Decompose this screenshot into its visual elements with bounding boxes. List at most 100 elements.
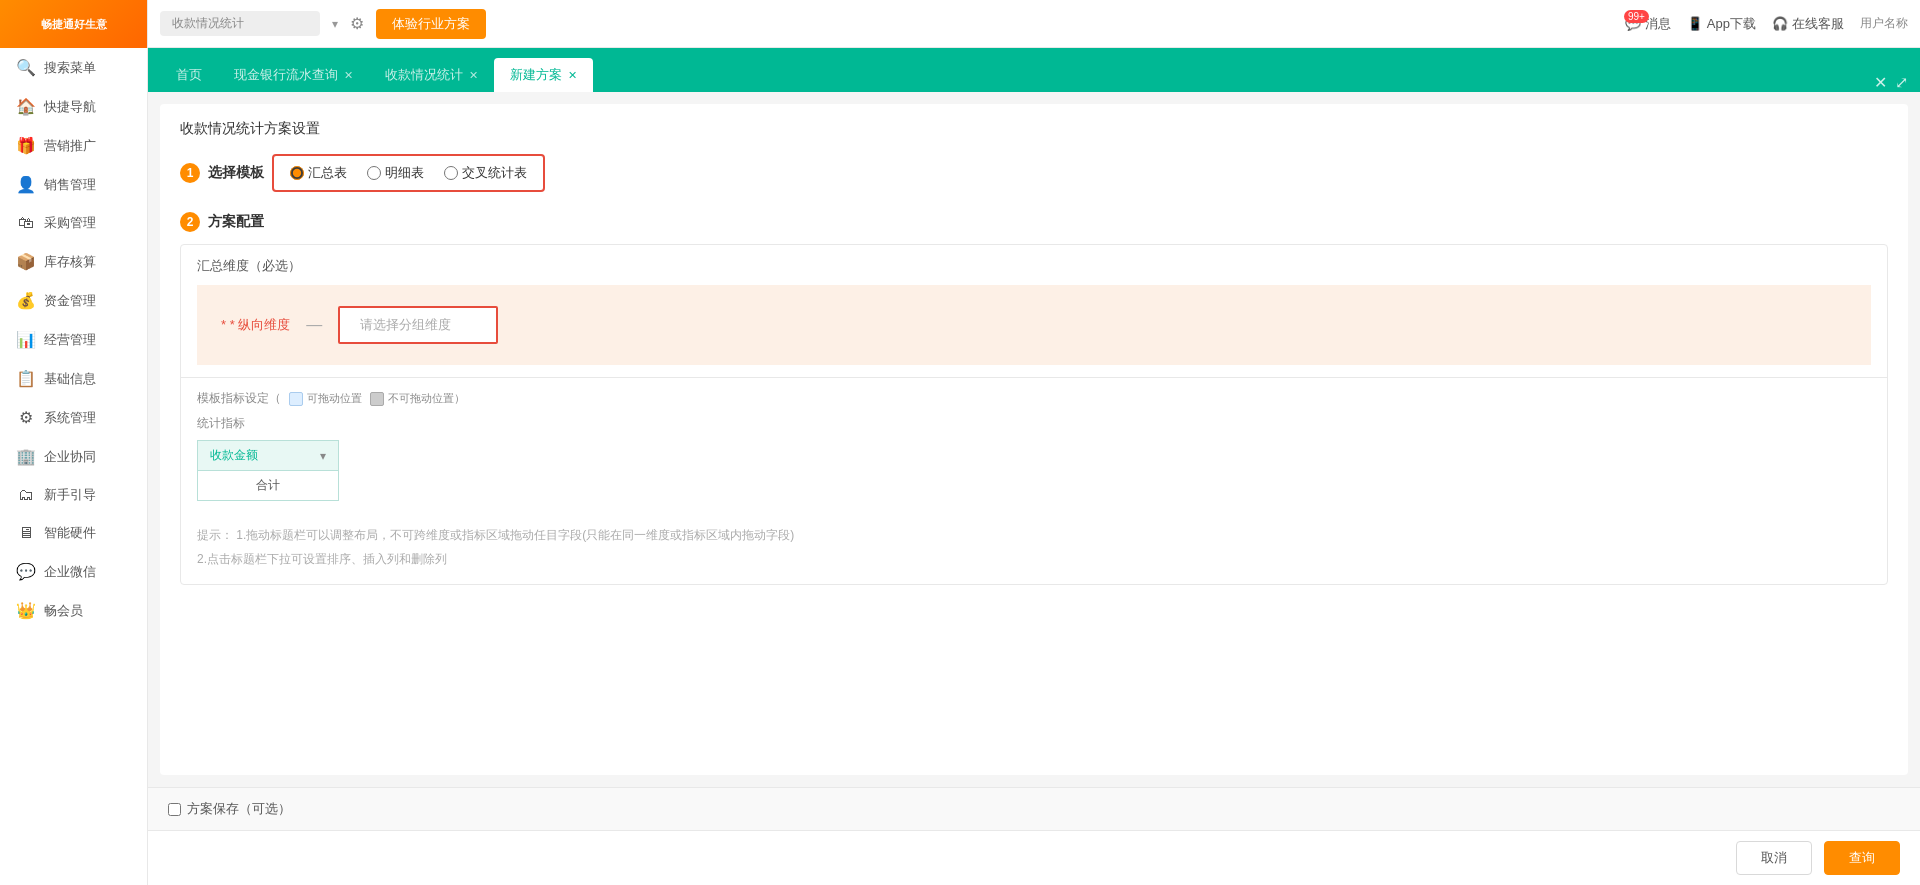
section2-number: 2 (180, 212, 200, 232)
required-star: * (221, 317, 230, 332)
tab-close-window-icon[interactable]: ✕ (1874, 73, 1887, 92)
main-area: 收款情况统计 ▾ ⚙ 体验行业方案 💬 99+ 消息 📱 App下载 🎧 在线客… (148, 0, 1920, 885)
sidebar-item-inventory[interactable]: 📦 库存核算 (0, 242, 147, 281)
sidebar-item-label: 新手引导 (44, 486, 96, 504)
gear-icon: ⚙ (16, 408, 36, 427)
sidebar-item-label: 畅会员 (44, 602, 83, 620)
sidebar-item-enterprise[interactable]: 🏢 企业协同 (0, 437, 147, 476)
sidebar-item-basic[interactable]: 📋 基础信息 (0, 359, 147, 398)
sidebar-item-hardware[interactable]: 🖥 智能硬件 (0, 514, 147, 552)
app-download-button[interactable]: 📱 App下载 (1687, 15, 1756, 33)
radio-cross-input[interactable] (444, 166, 458, 180)
sidebar-item-label: 库存核算 (44, 253, 96, 271)
section1-title: 选择模板 (208, 164, 264, 182)
tab-bank-flow[interactable]: 现金银行流水查询 ✕ (218, 58, 369, 92)
tab-home[interactable]: 首页 (160, 58, 218, 92)
username: 用户名称 (1860, 15, 1908, 32)
message-button[interactable]: 💬 99+ 消息 (1625, 15, 1671, 33)
sidebar-item-member[interactable]: 👑 畅会员 (0, 591, 147, 630)
app-icon: 📱 (1687, 16, 1703, 31)
tab-maximize-icon[interactable]: ⤢ (1895, 73, 1908, 92)
sidebar-item-purchase[interactable]: 🛍 采购管理 (0, 204, 147, 242)
template-selector: 汇总表 明细表 交叉统计表 (272, 154, 545, 192)
tab-new-plan[interactable]: 新建方案 ✕ (494, 58, 593, 92)
sidebar-item-operation[interactable]: 📊 经营管理 (0, 320, 147, 359)
money-icon: 💰 (16, 291, 36, 310)
sidebar-item-label: 营销推广 (44, 137, 96, 155)
save-checkbox[interactable] (168, 803, 181, 816)
breadcrumb: 收款情况统计 (160, 11, 320, 36)
section2-header-row: 2 方案配置 (180, 212, 1888, 232)
content-area: 收款情况统计方案设置 1 选择模板 汇总表 明细表 (148, 92, 1920, 885)
sidebar-item-label: 经营管理 (44, 331, 96, 349)
tip2: 2.点击标题栏下拉可设置排序、插入列和删除列 (197, 549, 1871, 571)
dimension-placeholder[interactable]: 请选择分组维度 (338, 306, 498, 344)
cancel-button[interactable]: 取消 (1736, 841, 1812, 875)
box-icon: 📦 (16, 252, 36, 271)
trial-button[interactable]: 体验行业方案 (376, 9, 486, 39)
radio-detail-input[interactable] (367, 166, 381, 180)
metrics-dropdown-icon[interactable]: ▾ (320, 449, 326, 463)
tab-bank-flow-close-icon[interactable]: ✕ (344, 69, 353, 82)
sidebar-item-sales[interactable]: 👤 销售管理 (0, 165, 147, 204)
tips-section: 提示： 1.拖动标题栏可以调整布局，不可跨维度或指标区域拖动任目字段(只能在同一… (181, 513, 1887, 584)
app-download-label: App下载 (1707, 15, 1756, 33)
tip1: 提示： 1.拖动标题栏可以调整布局，不可跨维度或指标区域拖动任目字段(只能在同一… (197, 525, 1871, 547)
sidebar-item-label: 企业协同 (44, 448, 96, 466)
header-right: 💬 99+ 消息 📱 App下载 🎧 在线客服 用户名称 (1625, 15, 1908, 33)
bag-icon: 🛍 (16, 214, 36, 232)
page-title: 收款情况统计方案设置 (180, 120, 1888, 138)
sidebar-item-quick-nav[interactable]: 🏠 快捷导航 (0, 87, 147, 126)
sidebar-item-label: 系统管理 (44, 409, 96, 427)
sidebar-item-system[interactable]: ⚙ 系统管理 (0, 398, 147, 437)
metrics-title-text: 模板指标设定（ (197, 390, 281, 407)
radio-cross[interactable]: 交叉统计表 (444, 164, 527, 182)
dimension-row-label: * * 纵向维度 (221, 316, 290, 334)
dimension-arrow-icon: — (306, 316, 322, 334)
metrics-label: 模板指标设定（ 可拖动位置 不可拖动位置） (197, 390, 1871, 407)
sidebar-item-label: 搜索菜单 (44, 59, 96, 77)
save-option: 方案保存（可选） (148, 787, 1920, 830)
query-button[interactable]: 查询 (1824, 841, 1900, 875)
config-section: 汇总维度（必选） * * 纵向维度 — 请选择分组维度 (180, 244, 1888, 585)
tab-payment-stats[interactable]: 收款情况统计 ✕ (369, 58, 494, 92)
radio-summary[interactable]: 汇总表 (290, 164, 347, 182)
bottom-bar: 取消 查询 (148, 830, 1920, 885)
building-icon: 🏢 (16, 447, 36, 466)
dimension-subsection-title: 汇总维度（必选） (197, 257, 1871, 275)
message-badge: 99+ (1624, 10, 1649, 23)
radio-cross-label: 交叉统计表 (462, 164, 527, 182)
tab-payment-stats-close-icon[interactable]: ✕ (469, 69, 478, 82)
sidebar-item-finance[interactable]: 💰 资金管理 (0, 281, 147, 320)
radio-detail-label: 明细表 (385, 164, 424, 182)
sidebar-logo: 畅捷通好生意 (0, 0, 147, 48)
metrics-category-label: 统计指标 (197, 415, 339, 432)
sidebar-item-search-menu[interactable]: 🔍 搜索菜单 (0, 48, 147, 87)
sidebar-item-wechat[interactable]: 💬 企业微信 (0, 552, 147, 591)
sidebar-item-guide[interactable]: 🗂 新手引导 (0, 476, 147, 514)
dropdown-arrow-icon[interactable]: ▾ (332, 17, 338, 31)
section-template: 1 选择模板 汇总表 明细表 交叉统计表 (180, 154, 1888, 192)
radio-detail[interactable]: 明细表 (367, 164, 424, 182)
radio-summary-input[interactable] (290, 166, 304, 180)
metrics-subsection: 模板指标设定（ 可拖动位置 不可拖动位置） (181, 378, 1887, 513)
non-draggable-label: 不可拖动位置） (388, 391, 465, 406)
sidebar-item-marketing[interactable]: 🎁 营销推广 (0, 126, 147, 165)
crown-icon: 👑 (16, 601, 36, 620)
metrics-table-body: 合计 (198, 471, 338, 500)
dimension-area: * * 纵向维度 — 请选择分组维度 (197, 285, 1871, 365)
sidebar-item-label: 智能硬件 (44, 524, 96, 542)
guide-icon: 🗂 (16, 486, 36, 504)
sidebar-item-label: 企业微信 (44, 563, 96, 581)
user-icon: 👤 (16, 175, 36, 194)
tab-bar: 首页 现金银行流水查询 ✕ 收款情况统计 ✕ 新建方案 ✕ ✕ ⤢ (148, 48, 1920, 92)
section1-number: 1 (180, 163, 200, 183)
online-service-button[interactable]: 🎧 在线客服 (1772, 15, 1844, 33)
settings-icon[interactable]: ⚙ (350, 14, 364, 33)
online-service-label: 在线客服 (1792, 15, 1844, 33)
message-badge-wrap: 💬 99+ (1625, 16, 1641, 31)
metrics-table-header[interactable]: 收款金额 ▾ (198, 441, 338, 471)
sidebar-item-label: 快捷导航 (44, 98, 96, 116)
search-menu-icon: 🔍 (16, 58, 36, 77)
tab-new-plan-close-icon[interactable]: ✕ (568, 69, 577, 82)
